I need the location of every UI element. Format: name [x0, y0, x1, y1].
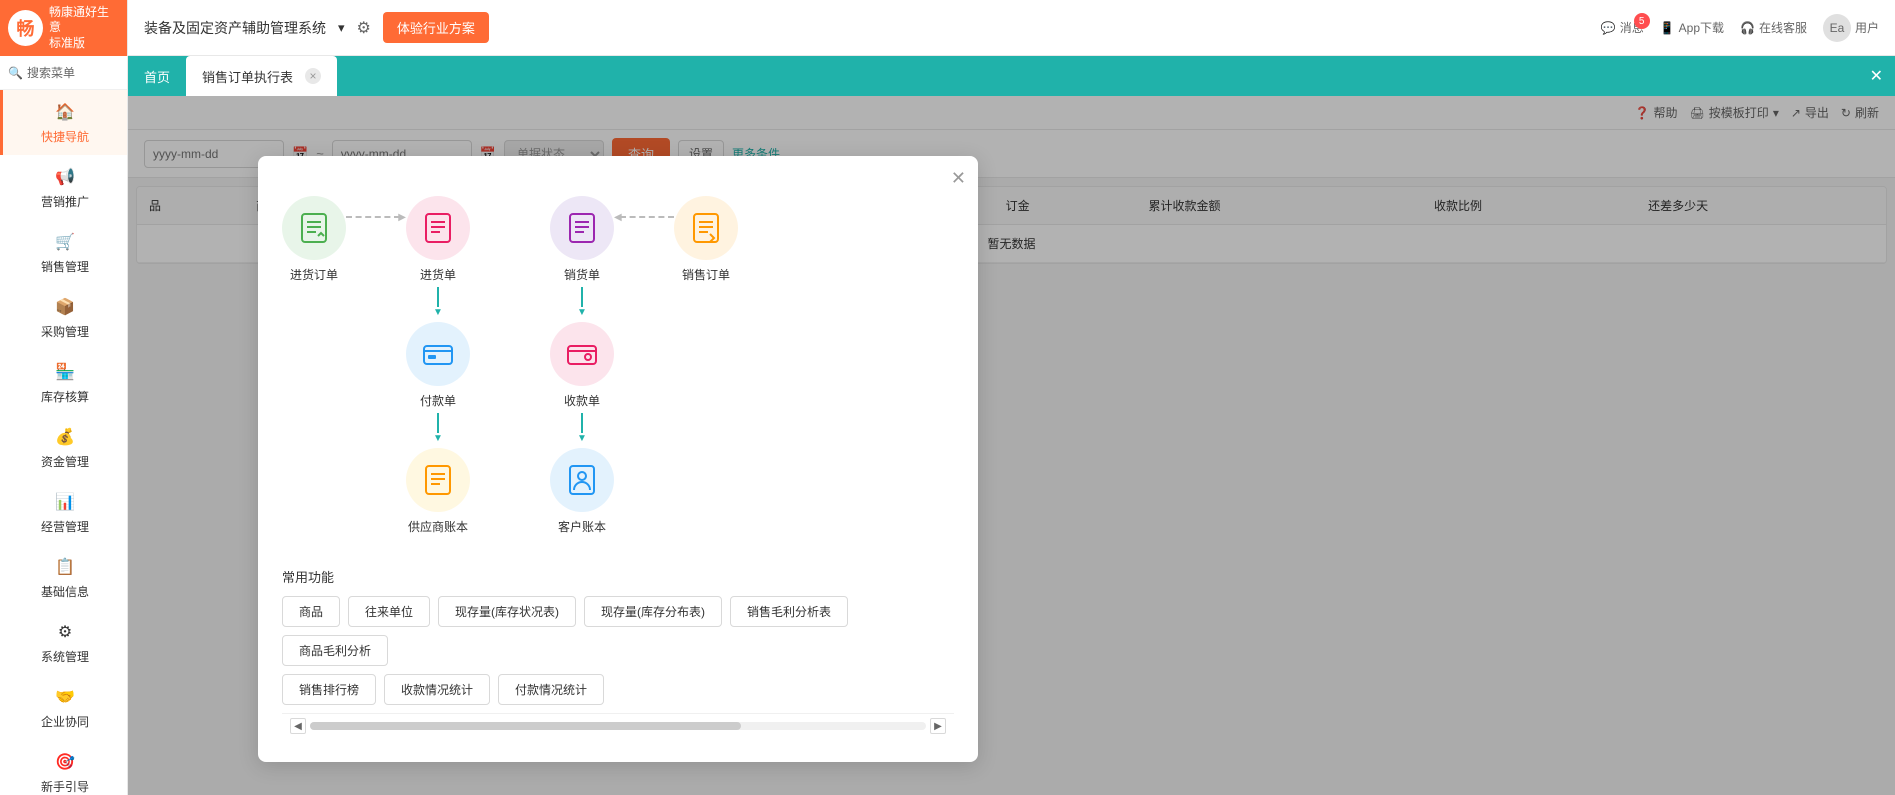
tab-bar: 首页 销售订单执行表 × ✕ — [128, 56, 1895, 96]
arrow-purchase-order-to-bill — [346, 216, 406, 218]
online-service-action[interactable]: 🎧 在线客服 — [1740, 19, 1807, 36]
tab-close-button[interactable]: × — [305, 68, 321, 84]
gear-icon[interactable]: ⚙ — [357, 18, 371, 38]
tab-home[interactable]: 首页 — [128, 56, 186, 96]
dropdown-icon: ▾ — [338, 20, 345, 36]
enterprise-icon: 🤝 — [53, 685, 77, 709]
logo-text: 畅康通好生意 标准版 — [49, 5, 119, 52]
user-avatar: Ea — [1823, 14, 1851, 42]
flow-diagram: 进货订单 进货单 ▼ — [282, 180, 954, 551]
system-dropdown[interactable]: ▾ — [338, 20, 345, 36]
tab-bar-close-button[interactable]: ✕ — [1870, 66, 1883, 86]
supplier-ledger-circle — [406, 448, 470, 512]
sidebar-item-purchase[interactable]: 📦 采购管理 — [0, 285, 127, 350]
purchase-order-circle — [282, 196, 346, 260]
tab-sales-order-exec[interactable]: 销售订单执行表 × — [186, 56, 337, 96]
flow-node-payment[interactable]: 付款单 — [406, 322, 470, 409]
search-icon: 🔍 — [8, 66, 23, 80]
sidebar-item-system[interactable]: ⚙ 系统管理 — [0, 610, 127, 675]
app-download-icon: 📱 — [1660, 21, 1675, 35]
btn-receipt-stats[interactable]: 收款情况统计 — [384, 674, 490, 705]
btn-goods[interactable]: 商品 — [282, 596, 340, 627]
sidebar-item-finance[interactable]: 💰 资金管理 — [0, 415, 127, 480]
scroll-left-button[interactable]: ◀ — [290, 718, 306, 734]
sidebar: 畅 畅康通好生意 标准版 🔍 搜索菜单 🏠 快捷导航 📢 营销推广 🛒 销售管理 — [0, 0, 128, 795]
sidebar-item-quick-nav[interactable]: 🏠 快捷导航 — [0, 90, 127, 155]
scroll-right-button[interactable]: ▶ — [930, 718, 946, 734]
sidebar-search[interactable]: 🔍 搜索菜单 — [0, 56, 127, 90]
newbie-icon: 🎯 — [53, 750, 77, 774]
sidebar-item-operations[interactable]: 📊 经营管理 — [0, 480, 127, 545]
flow-node-receipt[interactable]: 收款单 — [550, 322, 614, 409]
common-buttons-row: 商品 往来单位 现存量(库存状况表) 现存量(库存分布表) 销售毛利分析表 商品… — [282, 596, 954, 666]
sidebar-item-enterprise[interactable]: 🤝 企业协同 — [0, 675, 127, 740]
flow-node-purchase-order[interactable]: 进货订单 — [282, 196, 346, 283]
scroll-track[interactable] — [310, 722, 926, 730]
common-buttons-row2: 销售排行榜 收款情况统计 付款情况统计 — [282, 674, 954, 705]
sidebar-nav: 🏠 快捷导航 📢 营销推广 🛒 销售管理 📦 采购管理 🏪 库存核算 💰 — [0, 90, 127, 795]
common-functions-title: 常用功能 — [282, 567, 954, 586]
arrow-sales-order-to-bill — [614, 216, 674, 218]
experience-button[interactable]: 体验行业方案 — [383, 12, 489, 43]
quick-nav-icon: 🏠 — [53, 100, 77, 124]
btn-counterpart[interactable]: 往来单位 — [348, 596, 430, 627]
sidebar-item-basic-info[interactable]: 📋 基础信息 — [0, 545, 127, 610]
btn-goods-profit[interactable]: 商品毛利分析 — [282, 635, 388, 666]
basic-info-icon: 📋 — [53, 555, 77, 579]
top-header: 装备及固定资产辅助管理系统 ▾ ⚙ 体验行业方案 💬 消息 5 📱 App下载 … — [128, 0, 1895, 56]
operations-icon: 📊 — [53, 490, 77, 514]
sales-order-circle — [674, 196, 738, 260]
message-badge: 5 — [1634, 13, 1650, 29]
logo-icon: 畅 — [8, 10, 43, 46]
quick-guide-panel: ✕ 进货订单 — [258, 156, 978, 762]
sidebar-logo: 畅 畅康通好生意 标准版 — [0, 0, 127, 56]
quick-guide-close-button[interactable]: ✕ — [951, 168, 966, 189]
flow-node-sales-bill[interactable]: 销货单 — [550, 196, 614, 283]
scroll-bar-area: ◀ ▶ — [282, 713, 954, 738]
btn-stock-status[interactable]: 现存量(库存状况表) — [438, 596, 576, 627]
content-area: ❓ 帮助 🖨 按模板打印 ▾ ↗ 导出 ↻ 刷新 — [128, 96, 1895, 795]
sidebar-item-marketing[interactable]: 📢 营销推广 — [0, 155, 127, 220]
receipt-circle — [550, 322, 614, 386]
sidebar-item-newbie[interactable]: 🎯 新手引导 — [0, 740, 127, 795]
btn-payment-stats[interactable]: 付款情况统计 — [498, 674, 604, 705]
common-functions: 常用功能 商品 往来单位 现存量(库存状况表) 现存量(库存分布表) 销售毛利分… — [282, 567, 954, 705]
purchase-icon: 📦 — [53, 295, 77, 319]
system-title: 装备及固定资产辅助管理系统 — [144, 18, 326, 38]
scroll-thumb — [310, 722, 741, 730]
btn-sales-profit[interactable]: 销售毛利分析表 — [730, 596, 848, 627]
payment-circle — [406, 322, 470, 386]
flow-node-purchase-bill[interactable]: 进货单 — [406, 196, 470, 283]
main-area: 装备及固定资产辅助管理系统 ▾ ⚙ 体验行业方案 💬 消息 5 📱 App下载 … — [128, 0, 1895, 795]
sidebar-item-sales[interactable]: 🛒 销售管理 — [0, 220, 127, 285]
finance-icon: 💰 — [53, 425, 77, 449]
message-action[interactable]: 💬 消息 5 — [1601, 19, 1644, 36]
user-action[interactable]: Ea 用户 — [1823, 14, 1879, 42]
sales-icon: 🛒 — [53, 230, 77, 254]
inventory-icon: 🏪 — [53, 360, 77, 384]
service-icon: 🎧 — [1740, 21, 1755, 35]
app-download-action[interactable]: 📱 App下载 — [1660, 19, 1724, 36]
btn-stock-dist[interactable]: 现存量(库存分布表) — [584, 596, 722, 627]
purchase-bill-circle — [406, 196, 470, 260]
header-actions: 💬 消息 5 📱 App下载 🎧 在线客服 Ea 用户 — [1601, 14, 1879, 42]
system-icon: ⚙ — [53, 620, 77, 644]
btn-sales-rank[interactable]: 销售排行榜 — [282, 674, 376, 705]
flow-node-supplier-ledger[interactable]: 供应商账本 — [406, 448, 470, 535]
message-icon: 💬 — [1601, 21, 1616, 35]
sales-bill-circle — [550, 196, 614, 260]
marketing-icon: 📢 — [53, 165, 77, 189]
sidebar-item-inventory[interactable]: 🏪 库存核算 — [0, 350, 127, 415]
flow-node-customer-ledger[interactable]: 客户账本 — [550, 448, 614, 535]
flow-node-sales-order[interactable]: 销售订单 — [674, 196, 738, 283]
customer-ledger-circle — [550, 448, 614, 512]
